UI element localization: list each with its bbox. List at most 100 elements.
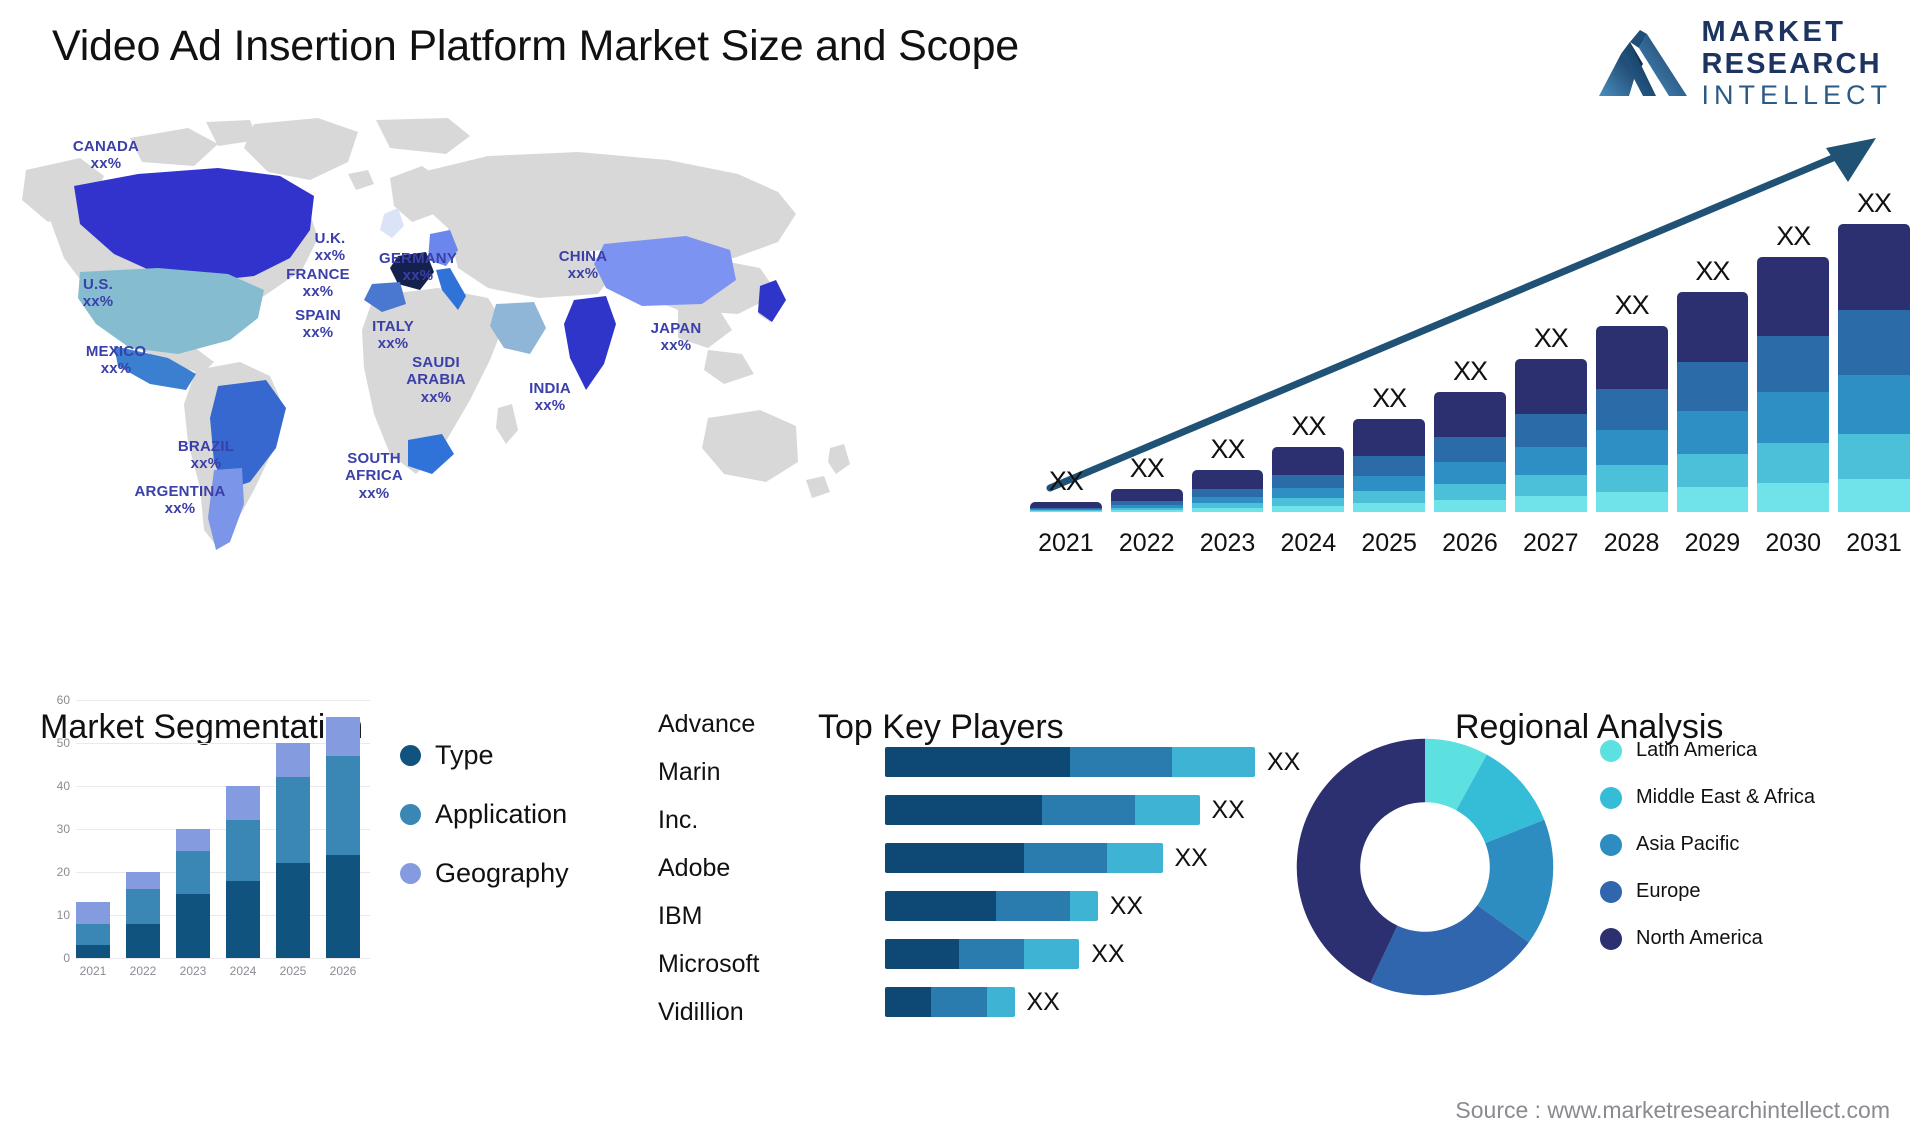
growth-bar-segment xyxy=(1110,510,1183,512)
player-bar-row: XX xyxy=(885,786,1300,834)
map-label-u-s-: U.S. xx% xyxy=(83,276,114,311)
segmentation-x-label: 2026 xyxy=(329,964,357,978)
logo-line-2: RESEARCH xyxy=(1701,48,1882,80)
player-row: Vidillion xyxy=(650,988,865,1036)
page-title: Video Ad Insertion Platform Market Size … xyxy=(52,22,1020,70)
growth-bar-segment xyxy=(1514,359,1587,415)
segmentation-bar xyxy=(276,743,310,958)
growth-bar-segment xyxy=(1191,508,1264,512)
growth-bar-value: XX xyxy=(1857,188,1892,218)
growth-bar-segment xyxy=(1030,510,1102,512)
player-bar xyxy=(885,987,1015,1017)
logo-line-3: INTELLECT xyxy=(1701,80,1892,110)
map-label-china: CHINA xx% xyxy=(559,248,608,283)
player-row: Advance xyxy=(650,700,865,748)
growth-bar-segment xyxy=(1757,257,1830,336)
player-row: Microsoft xyxy=(650,940,865,988)
regional-analysis-chart: Latin America Middle East & Africa Asia Pa… xyxy=(1290,700,1910,1100)
map-label-value: xx% xyxy=(567,265,599,283)
growth-bar xyxy=(1676,291,1749,512)
segmentation-x-axis: 2021 2022 2023 2024 2025 2026 xyxy=(76,964,360,978)
map-label-name: SAUDI ARABIA xyxy=(406,354,466,389)
player-bar-segment xyxy=(1042,795,1135,825)
segmentation-x-label: 2022 xyxy=(129,964,157,978)
growth-bar-column: XX xyxy=(1030,162,1102,512)
player-bar-segment xyxy=(1023,939,1080,969)
growth-year-label: 2025 xyxy=(1361,529,1417,557)
legend-dot-icon xyxy=(1600,787,1622,809)
player-row: IBM xyxy=(650,892,865,940)
player-name: Vidillion xyxy=(658,997,744,1026)
segmentation-bar-segment xyxy=(76,945,110,958)
segmentation-legend-item: Geography xyxy=(400,858,569,889)
segmentation-bar xyxy=(76,902,110,958)
player-bar-segment xyxy=(1107,843,1163,873)
player-bar-row: XX xyxy=(885,882,1300,930)
growth-bar-segment xyxy=(1272,506,1345,512)
growth-bar-segment xyxy=(1676,291,1749,363)
growth-bar-segment xyxy=(1676,362,1749,412)
segmentation-bar-segment xyxy=(276,743,310,778)
map-label-value: xx% xyxy=(190,455,222,473)
map-label-italy: ITALY xx% xyxy=(372,318,414,353)
segmentation-y-tick: 20 xyxy=(56,865,70,879)
segmentation-bar-segment xyxy=(276,863,310,958)
growth-bar-segment xyxy=(1353,418,1426,457)
growth-bar-segment xyxy=(1838,433,1910,479)
map-label-value: xx% xyxy=(164,500,196,518)
player-bar-segment xyxy=(1070,891,1098,921)
growth-bar xyxy=(1191,469,1264,512)
legend-dot-icon xyxy=(400,804,421,825)
map-label-value: xx% xyxy=(420,388,452,406)
legend-label: Asia Pacific xyxy=(1636,833,1740,855)
growth-bar-value: XX xyxy=(1291,411,1326,442)
player-bar-segment xyxy=(1070,747,1172,777)
growth-bar-segment xyxy=(1595,492,1668,512)
mountain-peaks-icon xyxy=(1599,29,1688,96)
player-bar-segment xyxy=(885,795,1043,825)
growth-bar-segment xyxy=(1757,335,1830,393)
growth-bar-segment xyxy=(1676,454,1749,488)
legend-label: Application xyxy=(435,799,568,829)
player-bar-row: XX xyxy=(885,738,1300,786)
growth-bar-segment xyxy=(1838,374,1910,434)
regional-donut xyxy=(1296,738,1554,996)
player-bar-segment xyxy=(1134,795,1200,825)
segmentation-bar-segment xyxy=(326,854,360,958)
player-bar-value: XX xyxy=(1211,795,1245,824)
player-name: Adobe xyxy=(658,853,731,882)
world-map: CANADA xx% U.S. xx% MEXICO xx% BRAZIL xx% ARGENT… xyxy=(18,118,878,558)
growth-bar xyxy=(1595,325,1668,512)
segmentation-bar-segment xyxy=(176,893,210,958)
player-name: Microsoft xyxy=(658,949,760,978)
growth-bar-column: XX xyxy=(1757,162,1830,512)
growth-bar-segment xyxy=(1434,483,1506,501)
growth-bar-segment xyxy=(1514,474,1587,497)
player-name: Inc. xyxy=(658,805,699,834)
map-label-mexico: MEXICO xx% xyxy=(86,343,146,378)
player-bar xyxy=(885,747,1255,777)
regional-legend-item: Asia Pacific xyxy=(1600,832,1815,857)
segmentation-bar-segment xyxy=(76,923,110,946)
legend-label: North America xyxy=(1636,927,1763,949)
player-bar-segment xyxy=(1023,843,1107,873)
player-bar-list: XX XX XX XX XX XX xyxy=(885,738,1300,1026)
player-bar-segment xyxy=(959,939,1024,969)
growth-bar-column: XX xyxy=(1434,162,1506,512)
player-bar-segment xyxy=(885,891,996,921)
growth-bar-segment xyxy=(1272,447,1345,475)
map-label-name: SOUTH AFRICA xyxy=(345,450,403,485)
growth-bar-column: XX xyxy=(1191,162,1264,512)
growth-forecast-chart: XX XX XX XX XX XX XX XX XX XX XX 2021 2022 2023 2024 2… xyxy=(1020,120,1910,570)
map-label-name: FRANCE xyxy=(286,266,350,283)
player-row: Inc. xyxy=(650,796,865,844)
growth-bar-value: XX xyxy=(1614,289,1650,320)
growth-bar-value: XX xyxy=(1533,323,1569,354)
map-label-u-k-: U.K. xx% xyxy=(315,230,346,265)
growth-year-label: 2027 xyxy=(1522,529,1579,557)
segmentation-x-label: 2021 xyxy=(79,964,107,978)
growth-year-label: 2026 xyxy=(1442,529,1498,557)
growth-year-axis: 2021 2022 2023 2024 2025 2026 2027 2028 2029 2030… xyxy=(1030,529,1910,558)
segmentation-bar-segment xyxy=(126,889,160,924)
map-label-argentina: ARGENTINA xx% xyxy=(135,483,226,518)
